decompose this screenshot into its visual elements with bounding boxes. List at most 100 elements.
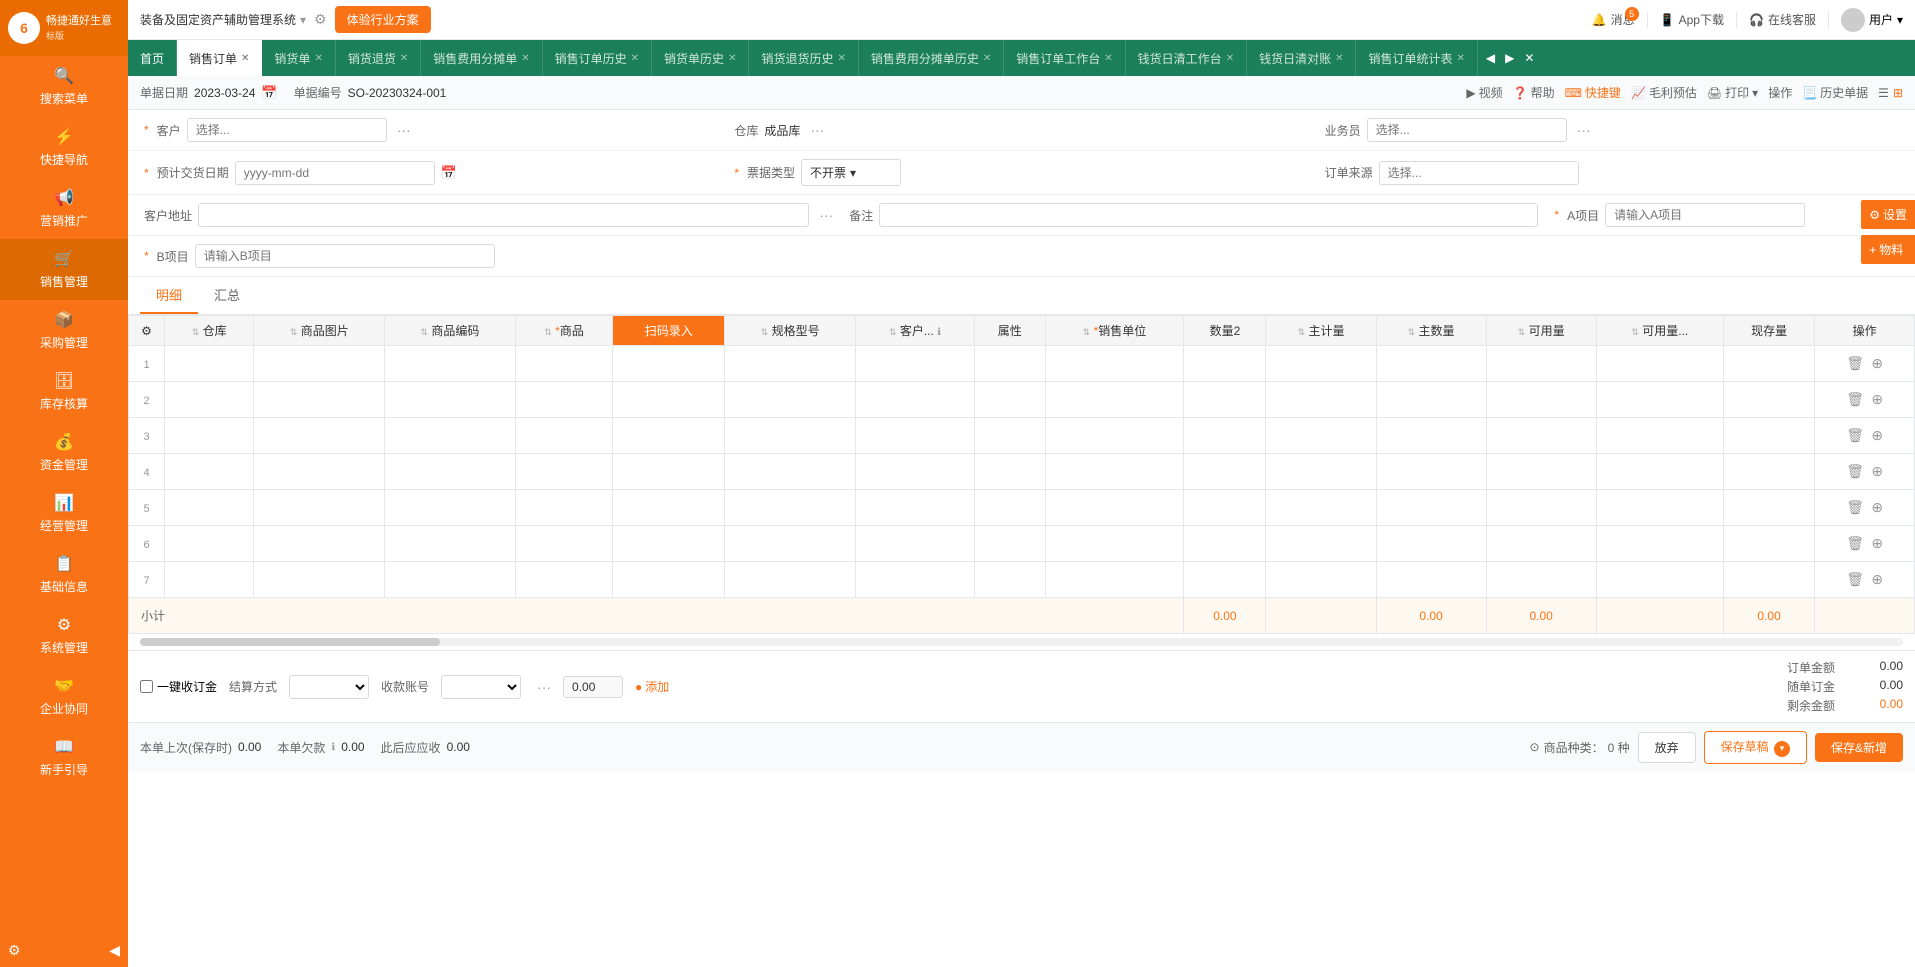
row-qty2[interactable]: [1184, 382, 1266, 418]
sidebar-item-enterprise[interactable]: 🤝 企业协同: [0, 666, 128, 727]
row-code[interactable]: [385, 490, 516, 526]
row-code[interactable]: [385, 346, 516, 382]
nav-close-icon[interactable]: ✕: [1520, 49, 1538, 67]
row-customer-code[interactable]: [856, 526, 975, 562]
expand-icon[interactable]: ⊞: [1893, 86, 1903, 100]
history-link[interactable]: 📃 历史单据: [1802, 84, 1868, 101]
b-project-input[interactable]: [195, 244, 495, 268]
row-spec[interactable]: [725, 490, 856, 526]
row-warehouse[interactable]: [165, 418, 254, 454]
row-main-qty[interactable]: [1376, 490, 1486, 526]
row-unit[interactable]: [1045, 490, 1184, 526]
salesperson-input[interactable]: [1367, 118, 1567, 142]
row-code[interactable]: [385, 454, 516, 490]
tab-sales-return[interactable]: 销货退货 ✕: [336, 40, 421, 76]
order-source-input[interactable]: [1379, 161, 1579, 185]
row-product[interactable]: [515, 526, 612, 562]
tab-return-history[interactable]: 销货退货历史 ✕: [749, 40, 858, 76]
row-main-qty[interactable]: [1376, 346, 1486, 382]
row-copy-btn[interactable]: ⊕: [1869, 497, 1885, 518]
tab-close-icon[interactable]: ✕: [1226, 53, 1234, 64]
row-copy-btn[interactable]: ⊕: [1869, 425, 1885, 446]
row-copy-btn[interactable]: ⊕: [1869, 533, 1885, 554]
customer-dots-icon[interactable]: ···: [397, 122, 411, 138]
sidebar-item-basic-info[interactable]: 📋 基础信息: [0, 544, 128, 605]
notification-bell[interactable]: 🔔 消息 5: [1592, 11, 1635, 28]
row-delete-btn[interactable]: 🗑: [1844, 533, 1866, 554]
help-link[interactable]: ❓ 帮助: [1513, 84, 1555, 101]
tab-sales-order-history[interactable]: 销售订单历史 ✕: [543, 40, 652, 76]
sidebar-item-sales[interactable]: 🛒 销售管理: [0, 239, 128, 300]
app-download-link[interactable]: 📱 App下载: [1660, 11, 1724, 28]
row-warehouse[interactable]: [165, 454, 254, 490]
quick-checkout-checkbox[interactable]: [140, 680, 153, 693]
horizontal-scrollbar[interactable]: [140, 638, 1903, 646]
print-link[interactable]: 🖨 打印 ▾: [1707, 84, 1758, 101]
customer-input[interactable]: [187, 118, 387, 142]
scroll-thumb[interactable]: [140, 638, 440, 646]
topbar-gear-icon[interactable]: ⚙: [314, 11, 327, 28]
row-unit[interactable]: [1045, 418, 1184, 454]
row-qty2[interactable]: [1184, 490, 1266, 526]
sidebar-item-operations[interactable]: 📊 经营管理: [0, 483, 128, 544]
add-button[interactable]: ● 添加: [635, 678, 669, 695]
row-main-qty[interactable]: [1376, 382, 1486, 418]
settings-bottom-icon[interactable]: ⚙: [8, 942, 21, 959]
tab-close-icon[interactable]: ✕: [1335, 53, 1343, 64]
row-unit[interactable]: [1045, 562, 1184, 598]
row-copy-btn[interactable]: ⊕: [1869, 461, 1885, 482]
row-delete-btn[interactable]: 🗑: [1844, 461, 1866, 482]
save-draft-button[interactable]: 保存草稿 ▾: [1704, 731, 1807, 764]
row-product[interactable]: [515, 346, 612, 382]
profit-link[interactable]: 📈 毛利预估: [1631, 84, 1697, 101]
row-warehouse[interactable]: [165, 346, 254, 382]
row-qty2[interactable]: [1184, 346, 1266, 382]
row-code[interactable]: [385, 526, 516, 562]
row-delete-btn[interactable]: 🗑: [1844, 389, 1866, 410]
sidebar-item-system[interactable]: ⚙ 系统管理: [0, 605, 128, 666]
tab-close-icon[interactable]: ✕: [983, 53, 991, 64]
salesperson-dots-icon[interactable]: ···: [1577, 122, 1591, 138]
quick-checkout-field[interactable]: 一键收订金: [140, 678, 217, 695]
a-project-input[interactable]: [1605, 203, 1805, 227]
nav-prev-icon[interactable]: ◀: [1482, 49, 1499, 67]
delivery-calendar-icon[interactable]: 📅: [441, 165, 457, 181]
row-customer-code[interactable]: [856, 562, 975, 598]
sidebar-item-guide[interactable]: 📖 新手引导: [0, 727, 128, 788]
tab-sales-invoice[interactable]: 销货单 ✕: [262, 40, 335, 76]
tab-cash-reconcile[interactable]: 钱货日清对账 ✕: [1247, 40, 1356, 76]
row-unit[interactable]: [1045, 382, 1184, 418]
row-customer-code[interactable]: [856, 346, 975, 382]
delivery-date-input[interactable]: [235, 161, 435, 185]
tab-close-icon[interactable]: ✕: [241, 53, 249, 64]
account-select[interactable]: [441, 675, 521, 699]
shortcut-link[interactable]: ⌨ 快捷键: [1565, 84, 1621, 101]
sidebar-item-shortcut[interactable]: ⚡ 快捷导航: [0, 117, 128, 178]
row-code[interactable]: [385, 562, 516, 598]
address-dots-icon[interactable]: ···: [819, 207, 833, 223]
row-spec[interactable]: [725, 562, 856, 598]
add-material-float-btn[interactable]: + 物料: [1861, 235, 1915, 264]
row-attributes[interactable]: [974, 382, 1045, 418]
row-spec[interactable]: [725, 454, 856, 490]
row-attributes[interactable]: [974, 454, 1045, 490]
settings-float-btn[interactable]: ⚙ 设置: [1861, 200, 1915, 229]
row-main-qty[interactable]: [1376, 526, 1486, 562]
discard-button[interactable]: 放弃: [1638, 732, 1696, 763]
tab-close-icon[interactable]: ✕: [1457, 53, 1465, 64]
row-delete-btn[interactable]: 🗑: [1844, 353, 1866, 374]
row-qty2[interactable]: [1184, 454, 1266, 490]
warehouse-dots-icon[interactable]: ···: [810, 122, 824, 138]
sidebar-item-search[interactable]: 🔍 搜索菜单: [0, 56, 128, 117]
row-delete-btn[interactable]: 🗑: [1844, 497, 1866, 518]
invoice-select[interactable]: 不开票 ▾: [801, 159, 901, 186]
row-qty2[interactable]: [1184, 562, 1266, 598]
row-warehouse[interactable]: [165, 526, 254, 562]
view-video-link[interactable]: ▶ 视频: [1466, 84, 1502, 101]
row-main-qty[interactable]: [1376, 454, 1486, 490]
row-warehouse[interactable]: [165, 562, 254, 598]
sidebar-item-marketing[interactable]: 📢 营销推广: [0, 178, 128, 239]
row-copy-btn[interactable]: ⊕: [1869, 389, 1885, 410]
tab-expense-history[interactable]: 销售费用分摊单历史 ✕: [859, 40, 1004, 76]
calendar-icon[interactable]: 📅: [261, 85, 277, 101]
